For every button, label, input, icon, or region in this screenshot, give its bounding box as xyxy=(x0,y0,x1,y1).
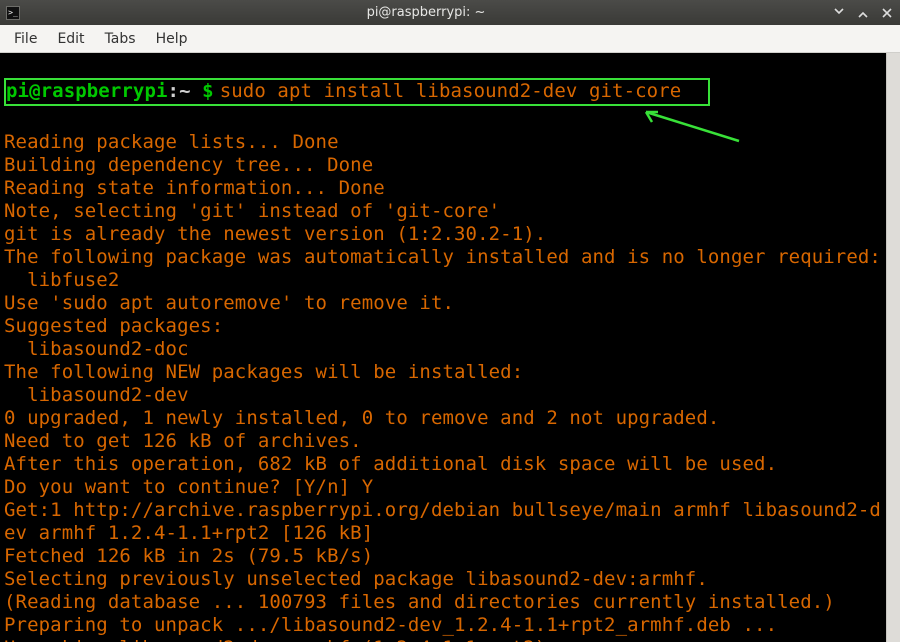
prompt-line: pi@raspberrypi:~ $ sudo apt install libas… xyxy=(4,78,710,106)
menu-tabs[interactable]: Tabs xyxy=(95,25,146,52)
window-controls xyxy=(832,6,894,20)
terminal-container: pi@raspberrypi:~ $ sudo apt install libas… xyxy=(0,53,900,642)
maximize-button[interactable] xyxy=(856,6,870,20)
terminal-output: Reading package lists... DoneBuilding de… xyxy=(4,131,884,642)
output-line: Reading state information... Done xyxy=(4,177,884,200)
output-line: Need to get 126 kB of archives. xyxy=(4,430,884,453)
terminal-icon: >_ xyxy=(6,6,20,20)
output-line: Building dependency tree... Done xyxy=(4,154,884,177)
prompt-user-host: pi@raspberrypi xyxy=(6,80,168,103)
output-line: The following package was automatically … xyxy=(4,246,884,269)
output-line: libasound2-doc xyxy=(4,338,884,361)
window-titlebar: >_ pi@raspberrypi: ~ xyxy=(0,0,900,25)
close-button[interactable] xyxy=(880,6,894,20)
output-line: The following NEW packages will be insta… xyxy=(4,361,884,384)
output-line: Note, selecting 'git' instead of 'git-co… xyxy=(4,200,884,223)
output-line: Get:1 http://archive.raspberrypi.org/deb… xyxy=(4,499,884,545)
terminal[interactable]: pi@raspberrypi:~ $ sudo apt install libas… xyxy=(0,53,886,642)
output-line: After this operation, 682 kB of addition… xyxy=(4,453,884,476)
output-line: Fetched 126 kB in 2s (79.5 kB/s) xyxy=(4,545,884,568)
menubar: File Edit Tabs Help xyxy=(0,25,900,53)
output-line: 0 upgraded, 1 newly installed, 0 to remo… xyxy=(4,407,884,430)
output-line: libasound2-dev xyxy=(4,384,884,407)
menu-file[interactable]: File xyxy=(4,25,47,52)
output-line: Reading package lists... Done xyxy=(4,131,884,154)
output-line: Suggested packages: xyxy=(4,315,884,338)
prompt-colon: : xyxy=(168,80,180,103)
output-line: git is already the newest version (1:2.3… xyxy=(4,223,884,246)
output-line: libfuse2 xyxy=(4,269,884,292)
output-line: Preparing to unpack .../libasound2-dev_1… xyxy=(4,614,884,637)
output-line: Selecting previously unselected package … xyxy=(4,568,884,591)
output-line: Do you want to continue? [Y/n] Y xyxy=(4,476,884,499)
prompt-dollar: $ xyxy=(191,80,214,103)
output-line: Use 'sudo apt autoremove' to remove it. xyxy=(4,292,884,315)
minimize-button[interactable] xyxy=(832,6,846,20)
prompt-path: ~ xyxy=(179,80,191,103)
titlebar-left-icons: >_ xyxy=(6,6,20,20)
command-text: sudo apt install libasound2-dev git-core xyxy=(220,80,682,103)
menu-edit[interactable]: Edit xyxy=(47,25,94,52)
output-line: (Reading database ... 100793 files and d… xyxy=(4,591,884,614)
window-title: pi@raspberrypi: ~ xyxy=(367,5,486,20)
vertical-scrollbar[interactable] xyxy=(886,53,900,642)
output-line: Unpacking libasound2-dev:armhf (1.2.4-1.… xyxy=(4,637,884,642)
menu-help[interactable]: Help xyxy=(146,25,198,52)
